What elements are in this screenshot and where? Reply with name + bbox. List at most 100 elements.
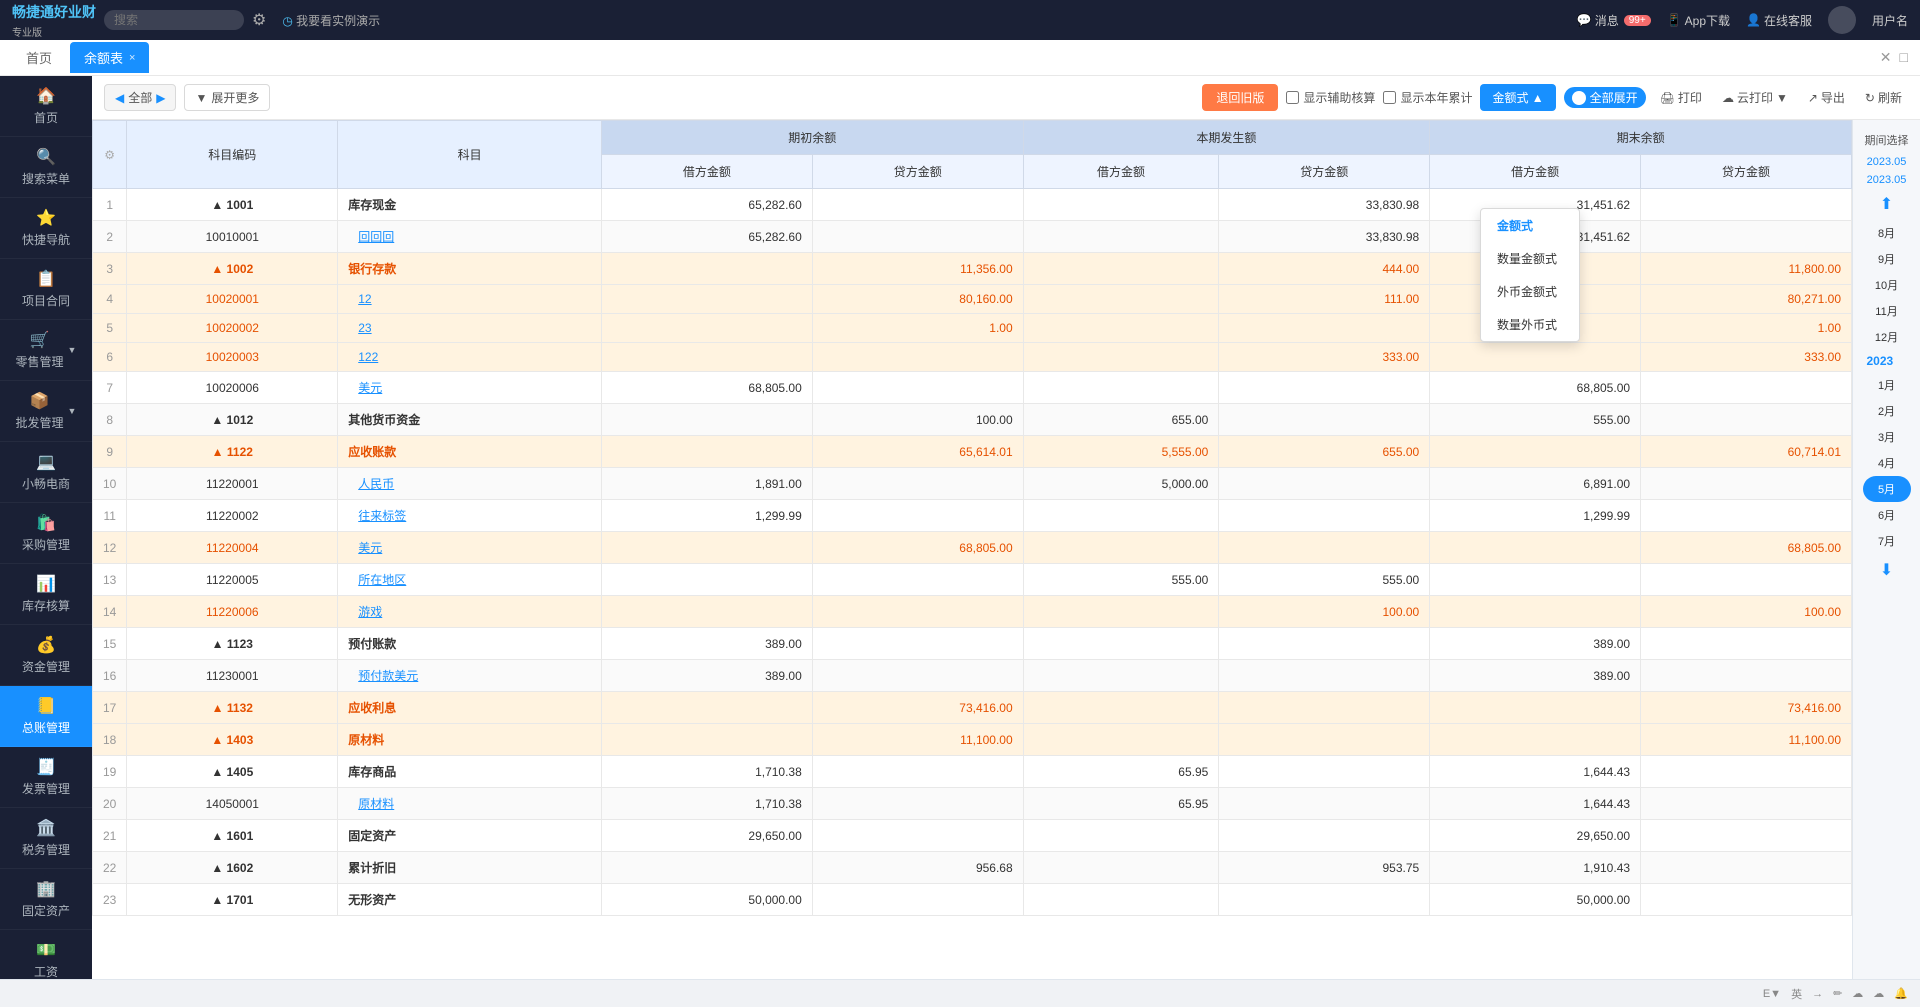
account-name-cell[interactable]: 原材料 [338,724,602,756]
col-settings[interactable]: ⚙ [93,121,127,189]
bottom-icon-arrow[interactable]: → [1812,988,1823,1000]
user-avatar[interactable] [1828,6,1856,34]
show-year-acc-checkbox[interactable] [1383,91,1396,104]
account-name-cell[interactable]: 所在地区 [338,564,602,596]
account-name-cell[interactable]: 库存现金 [338,189,602,221]
tab-close-btn[interactable]: × [129,52,135,64]
right-panel-month-12月[interactable]: 12月 [1863,324,1911,350]
account-code-cell[interactable]: ▲ 1001 [127,189,338,221]
account-name-cell[interactable]: 游戏 [338,596,602,628]
window-close-btn[interactable]: ✕ [1880,49,1892,66]
bottom-icon-lang[interactable]: 英 [1791,986,1802,1002]
right-panel-month-3月[interactable]: 3月 [1863,424,1911,450]
account-code-cell[interactable]: ▲ 1601 [127,820,338,852]
sidebar-item-purchase[interactable]: 🛍️ 采购管理 [0,503,92,564]
print-btn[interactable]: 🖨 打印 [1654,85,1708,110]
account-code-cell[interactable]: ▲ 1132 [127,692,338,724]
account-name-cell[interactable]: 原材料 [338,788,602,820]
account-name-cell[interactable]: 人民币 [338,468,602,500]
window-maximize-btn[interactable]: □ [1900,49,1908,66]
right-panel-month-7月[interactable]: 7月 [1863,528,1911,554]
account-code-cell[interactable]: ▲ 1701 [127,884,338,916]
right-panel-month-1月[interactable]: 1月 [1863,372,1911,398]
sidebar-item-wholesale[interactable]: 📦 批发管理 ▼ [0,381,92,442]
nav-up-btn[interactable]: ⬆ [1863,190,1911,218]
expand-more-btn[interactable]: ▼ 展开更多 [184,84,270,111]
show-aux-checkbox[interactable] [1286,91,1299,104]
account-name-cell[interactable]: 美元 [338,532,602,564]
account-code-cell[interactable]: ▲ 1405 [127,756,338,788]
sidebar-item-ledger[interactable]: 📒 总账管理 [0,686,92,747]
sidebar-item-inventory[interactable]: 📊 库存核算 [0,564,92,625]
account-name-cell[interactable]: 固定资产 [338,820,602,852]
sidebar-item-project[interactable]: 📋 项目合同 [0,259,92,320]
right-panel-month-4月[interactable]: 4月 [1863,450,1911,476]
account-name-cell[interactable]: 银行存款 [338,253,602,285]
sidebar-item-invoice[interactable]: 🧾 发票管理 [0,747,92,808]
account-code-cell[interactable]: ▲ 1403 [127,724,338,756]
filter-all-btn[interactable]: ◀ 全部 ▶ [104,84,176,111]
account-name-cell[interactable]: 累计折旧 [338,852,602,884]
account-code-cell[interactable]: ▲ 1012 [127,404,338,436]
right-panel-month-6月[interactable]: 6月 [1863,502,1911,528]
account-name-cell[interactable]: 应收账款 [338,436,602,468]
sidebar-item-salary[interactable]: 💵 工资 [0,930,92,979]
sidebar-item-fixed-assets[interactable]: 🏢 固定资产 [0,869,92,930]
show-aux-check-label[interactable]: 显示辅助核算 [1286,89,1375,106]
bottom-icon-e[interactable]: E▼ [1763,988,1781,1000]
dropdown-item-foreign-amount[interactable]: 外币金额式 [1481,275,1579,308]
account-name-cell[interactable]: 预付款美元 [338,660,602,692]
account-name-cell[interactable]: 23 [338,314,602,343]
account-code-cell[interactable]: 11220002 [127,500,338,532]
dropdown-item-qty-foreign[interactable]: 数量外币式 [1481,308,1579,341]
sidebar-item-search[interactable]: 🔍 搜索菜单 [0,137,92,198]
account-code-cell[interactable]: ▲ 1122 [127,436,338,468]
dropdown-item-amount[interactable]: 金额式 [1481,209,1579,242]
demo-link[interactable]: ◷ 我要看实例演示 [282,12,380,29]
bottom-icon-bell[interactable]: 🔔 [1894,987,1908,1000]
sidebar-item-ecommerce[interactable]: 💻 小畅电商 [0,442,92,503]
account-code-cell[interactable]: 10020003 [127,343,338,372]
account-code-cell[interactable]: 11220004 [127,532,338,564]
search-input[interactable] [104,10,244,30]
account-name-cell[interactable]: 往来标签 [338,500,602,532]
online-service-btn[interactable]: 👤 在线客服 [1746,12,1812,29]
account-code-cell[interactable]: 10020006 [127,372,338,404]
sidebar-item-quick-nav[interactable]: ⭐ 快捷导航 [0,198,92,259]
bottom-icon-edit[interactable]: ✏ [1833,987,1842,1000]
app-download-btn[interactable]: 📱 App下载 [1667,12,1730,29]
account-code-cell[interactable]: 10010001 [127,221,338,253]
sidebar-item-tax[interactable]: 🏛️ 税务管理 [0,808,92,869]
right-panel-month-9月[interactable]: 9月 [1863,246,1911,272]
account-name-cell[interactable]: 无形资产 [338,884,602,916]
account-name-cell[interactable]: 库存商品 [338,756,602,788]
right-panel-month-5月[interactable]: 5月 [1863,476,1911,502]
sidebar-item-home[interactable]: 🏠 首页 [0,76,92,137]
account-name-cell[interactable]: 12 [338,285,602,314]
right-panel-month-11月[interactable]: 11月 [1863,298,1911,324]
account-name-cell[interactable]: 其他货币资金 [338,404,602,436]
settings-icon[interactable]: ⚙ [252,10,266,30]
account-code-cell[interactable]: 14050001 [127,788,338,820]
dropdown-item-qty-amount[interactable]: 数量金额式 [1481,242,1579,275]
account-code-cell[interactable]: 10020002 [127,314,338,343]
message-btn[interactable]: 💬 消息 99+ [1577,12,1651,29]
tab-home[interactable]: 首页 [12,42,66,73]
show-year-acc-label[interactable]: 显示本年累计 [1383,89,1472,106]
bottom-icon-cloud2[interactable]: ☁ [1873,987,1884,1000]
account-name-cell[interactable]: 应收利息 [338,692,602,724]
account-code-cell[interactable]: 11220006 [127,596,338,628]
account-code-cell[interactable]: 11220005 [127,564,338,596]
right-panel-month-2月[interactable]: 2月 [1863,398,1911,424]
nav-down-btn[interactable]: ⬇ [1863,556,1911,584]
export-btn[interactable]: ↗ 导出 [1802,85,1851,110]
sidebar-item-funds[interactable]: 💰 资金管理 [0,625,92,686]
bottom-icon-cloud1[interactable]: ☁ [1852,987,1863,1000]
tab-balance[interactable]: 余额表 × [70,42,149,73]
account-code-cell[interactable]: 10020001 [127,285,338,314]
account-name-cell[interactable]: 122 [338,343,602,372]
mode-btn[interactable]: 金额式 ▲ [1480,84,1555,111]
account-code-cell[interactable]: 11230001 [127,660,338,692]
return-old-btn[interactable]: 退回旧版 [1202,84,1278,111]
refresh-btn[interactable]: ↻ 刷新 [1859,85,1908,110]
